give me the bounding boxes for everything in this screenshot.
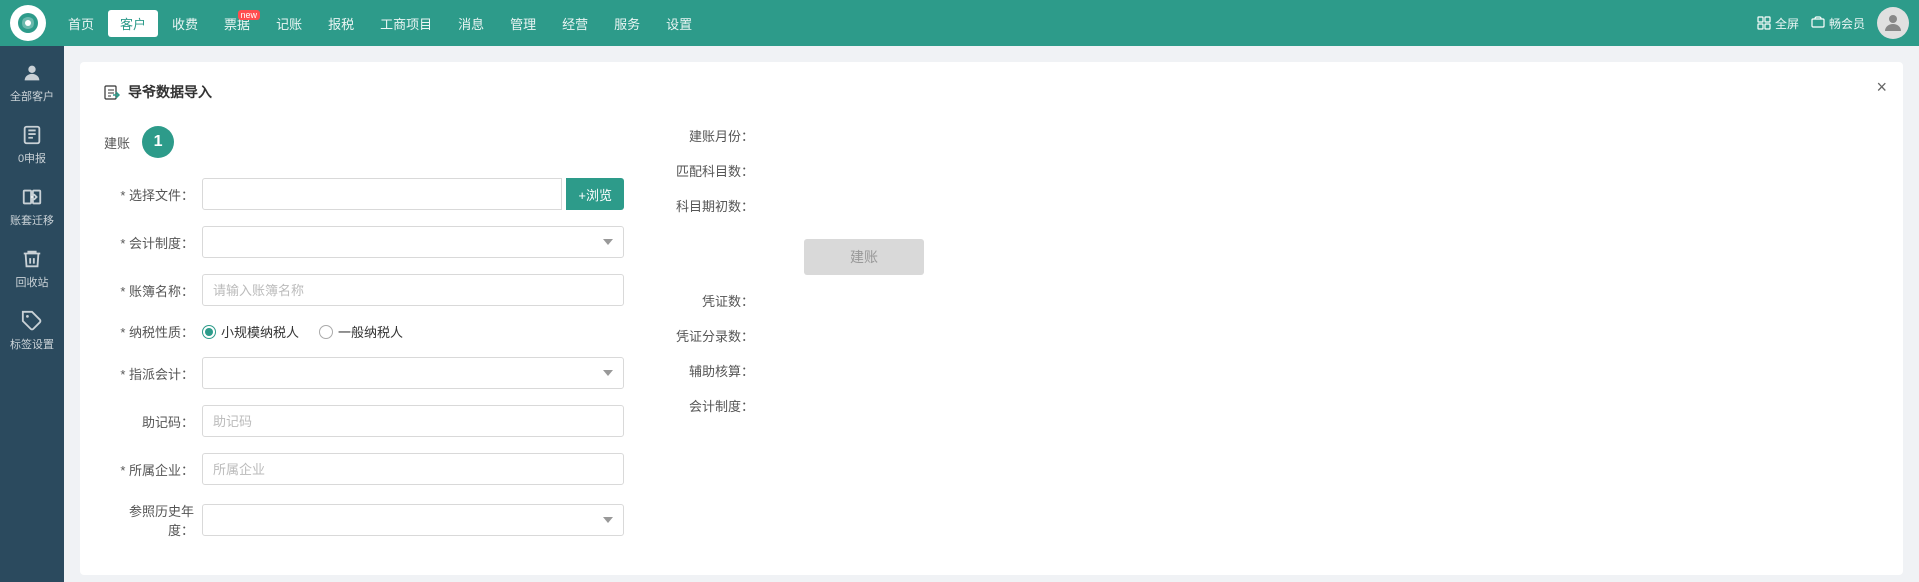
accountant-select[interactable] bbox=[202, 357, 624, 389]
app-logo bbox=[10, 5, 46, 41]
form-row-file: * 选择文件： +浏览 bbox=[104, 178, 624, 210]
voucher-entries-label: 凭证分录数： bbox=[664, 326, 754, 345]
form-area: 建账 1 * 选择文件： +浏览 * 会计制度： bbox=[104, 126, 1879, 555]
ref-year-label: 参照历史年度： bbox=[104, 501, 194, 539]
setup-month-label: 建账月份： bbox=[664, 126, 754, 145]
sidebar-item-tag[interactable]: 标签设置 bbox=[4, 302, 60, 360]
right-row-voucher-entries: 凭证分录数： bbox=[664, 326, 1064, 345]
sidebar-label-declare: 0申报 bbox=[18, 150, 46, 166]
file-label: * 选择文件： bbox=[104, 185, 194, 204]
tax-radio-group: 小规模纳税人 一般纳税人 bbox=[202, 322, 403, 341]
nav-settings[interactable]: 设置 bbox=[654, 10, 704, 37]
accounting-system-select[interactable] bbox=[202, 226, 624, 258]
tax-option-general-label: 一般纳税人 bbox=[338, 322, 403, 341]
close-button[interactable]: × bbox=[1876, 78, 1887, 96]
sidebar-label-trash: 回收站 bbox=[16, 274, 49, 290]
ref-year-select[interactable] bbox=[202, 504, 624, 536]
topnav-right: 全屏 畅会员 bbox=[1757, 7, 1909, 39]
nav-project[interactable]: 工商项目 bbox=[368, 10, 444, 37]
right-row-accounting-system: 会计制度： bbox=[664, 396, 1064, 415]
member-btn[interactable]: 畅会员 bbox=[1811, 15, 1865, 32]
form-row-ledger-name: * 账簿名称： bbox=[104, 274, 624, 306]
tax-option-general[interactable]: 一般纳税人 bbox=[319, 322, 403, 341]
main-content: 导爷数据导入 × 建账 1 * 选择文件： +浏览 bbox=[64, 46, 1919, 582]
fullscreen-btn[interactable]: 全屏 bbox=[1757, 15, 1799, 32]
form-row-memo: 助记码： bbox=[104, 405, 624, 437]
nav-message[interactable]: 消息 bbox=[446, 10, 496, 37]
tag-icon bbox=[21, 310, 43, 332]
voucher-count-label: 凭证数： bbox=[664, 291, 754, 310]
sidebar: 全部客户 0申报 账套迁移 回收站 bbox=[0, 46, 64, 582]
subject-init-label: 科目期初数： bbox=[664, 196, 754, 215]
nav-items: 首页 客户 收费 票据 new 记账 报税 工商项目 消息 管理 经营 服务 设… bbox=[56, 10, 1757, 37]
ledger-name-label: * 账簿名称： bbox=[104, 281, 194, 300]
topnav: 首页 客户 收费 票据 new 记账 报税 工商项目 消息 管理 经营 服务 设… bbox=[0, 0, 1919, 46]
browse-button[interactable]: +浏览 bbox=[566, 178, 624, 210]
file-input[interactable] bbox=[202, 178, 562, 210]
tax-option-small[interactable]: 小规模纳税人 bbox=[202, 322, 299, 341]
nav-ledger[interactable]: 记账 bbox=[264, 10, 314, 37]
ledger-name-input[interactable] bbox=[202, 274, 624, 306]
user-avatar[interactable] bbox=[1877, 7, 1909, 39]
form-row-accountant: * 指派会计： bbox=[104, 357, 624, 389]
member-label: 畅会员 bbox=[1829, 15, 1865, 32]
form-right: 建账月份： 匹配科目数： 科目期初数： 建账 bbox=[664, 126, 1064, 555]
declare-icon bbox=[21, 124, 43, 146]
accounting-system-label: * 会计制度： bbox=[104, 233, 194, 252]
main-layout: 全部客户 0申报 账套迁移 回收站 bbox=[0, 46, 1919, 582]
accountant-label: * 指派会计： bbox=[104, 364, 194, 383]
sidebar-item-migrate[interactable]: 账套迁移 bbox=[4, 178, 60, 236]
radio-checked-icon bbox=[202, 325, 216, 339]
sidebar-label-tag: 标签设置 bbox=[10, 336, 54, 352]
step-circle: 1 bbox=[142, 126, 174, 158]
fullscreen-label: 全屏 bbox=[1775, 15, 1799, 32]
form-row-tax-nature: * 纳税性质： 小规模纳税人 一般纳税人 bbox=[104, 322, 624, 341]
form-section-header: 建账 1 bbox=[104, 126, 624, 158]
right-row-match-subjects: 匹配科目数： bbox=[664, 161, 1064, 180]
create-account-button[interactable]: 建账 bbox=[804, 239, 924, 275]
enterprise-input[interactable] bbox=[202, 453, 624, 485]
auxiliary-label: 辅助核算： bbox=[664, 361, 754, 380]
tax-option-small-label: 小规模纳税人 bbox=[221, 322, 299, 341]
tax-nature-label: * 纳税性质： bbox=[104, 322, 194, 341]
form-row-enterprise: * 所属企业： bbox=[104, 453, 624, 485]
radio-unchecked-icon bbox=[319, 325, 333, 339]
right-row-voucher-count: 凭证数： bbox=[664, 291, 1064, 310]
memo-label: 助记码： bbox=[104, 412, 194, 431]
form-row-accounting-system: * 会计制度： bbox=[104, 226, 624, 258]
sidebar-item-declare[interactable]: 0申报 bbox=[4, 116, 60, 174]
import-icon bbox=[104, 84, 120, 100]
sidebar-item-all-customers[interactable]: 全部客户 bbox=[4, 54, 60, 112]
right-row-setup-month: 建账月份： bbox=[664, 126, 1064, 145]
nav-service[interactable]: 服务 bbox=[602, 10, 652, 37]
nav-ticket-badge: new bbox=[238, 10, 261, 20]
enterprise-label: * 所属企业： bbox=[104, 460, 194, 479]
nav-ticket[interactable]: 票据 new bbox=[212, 10, 262, 37]
page-card: 导爷数据导入 × 建账 1 * 选择文件： +浏览 bbox=[80, 62, 1903, 575]
right-row-subject-init: 科目期初数： bbox=[664, 196, 1064, 215]
match-subjects-label: 匹配科目数： bbox=[664, 161, 754, 180]
right-row-auxiliary: 辅助核算： bbox=[664, 361, 1064, 380]
migrate-icon bbox=[21, 186, 43, 208]
form-row-ref-year: 参照历史年度： bbox=[104, 501, 624, 539]
create-btn-area: 建账 bbox=[664, 239, 1064, 275]
page-title: 导爷数据导入 bbox=[128, 82, 212, 102]
sidebar-item-trash[interactable]: 回收站 bbox=[4, 240, 60, 298]
nav-customer[interactable]: 客户 bbox=[108, 10, 158, 37]
nav-tax[interactable]: 报税 bbox=[316, 10, 366, 37]
right-accounting-system-label: 会计制度： bbox=[664, 396, 754, 415]
sidebar-label-customers: 全部客户 bbox=[10, 88, 54, 104]
section-label: 建账 bbox=[104, 133, 130, 152]
file-row: +浏览 bbox=[202, 178, 624, 210]
nav-charge[interactable]: 收费 bbox=[160, 10, 210, 37]
user-icon bbox=[21, 62, 43, 84]
page-header: 导爷数据导入 bbox=[104, 82, 1879, 102]
trash-icon bbox=[21, 248, 43, 270]
memo-input[interactable] bbox=[202, 405, 624, 437]
sidebar-label-migrate: 账套迁移 bbox=[10, 212, 54, 228]
nav-operation[interactable]: 经营 bbox=[550, 10, 600, 37]
form-left: 建账 1 * 选择文件： +浏览 * 会计制度： bbox=[104, 126, 624, 555]
nav-home[interactable]: 首页 bbox=[56, 10, 106, 37]
nav-manage[interactable]: 管理 bbox=[498, 10, 548, 37]
